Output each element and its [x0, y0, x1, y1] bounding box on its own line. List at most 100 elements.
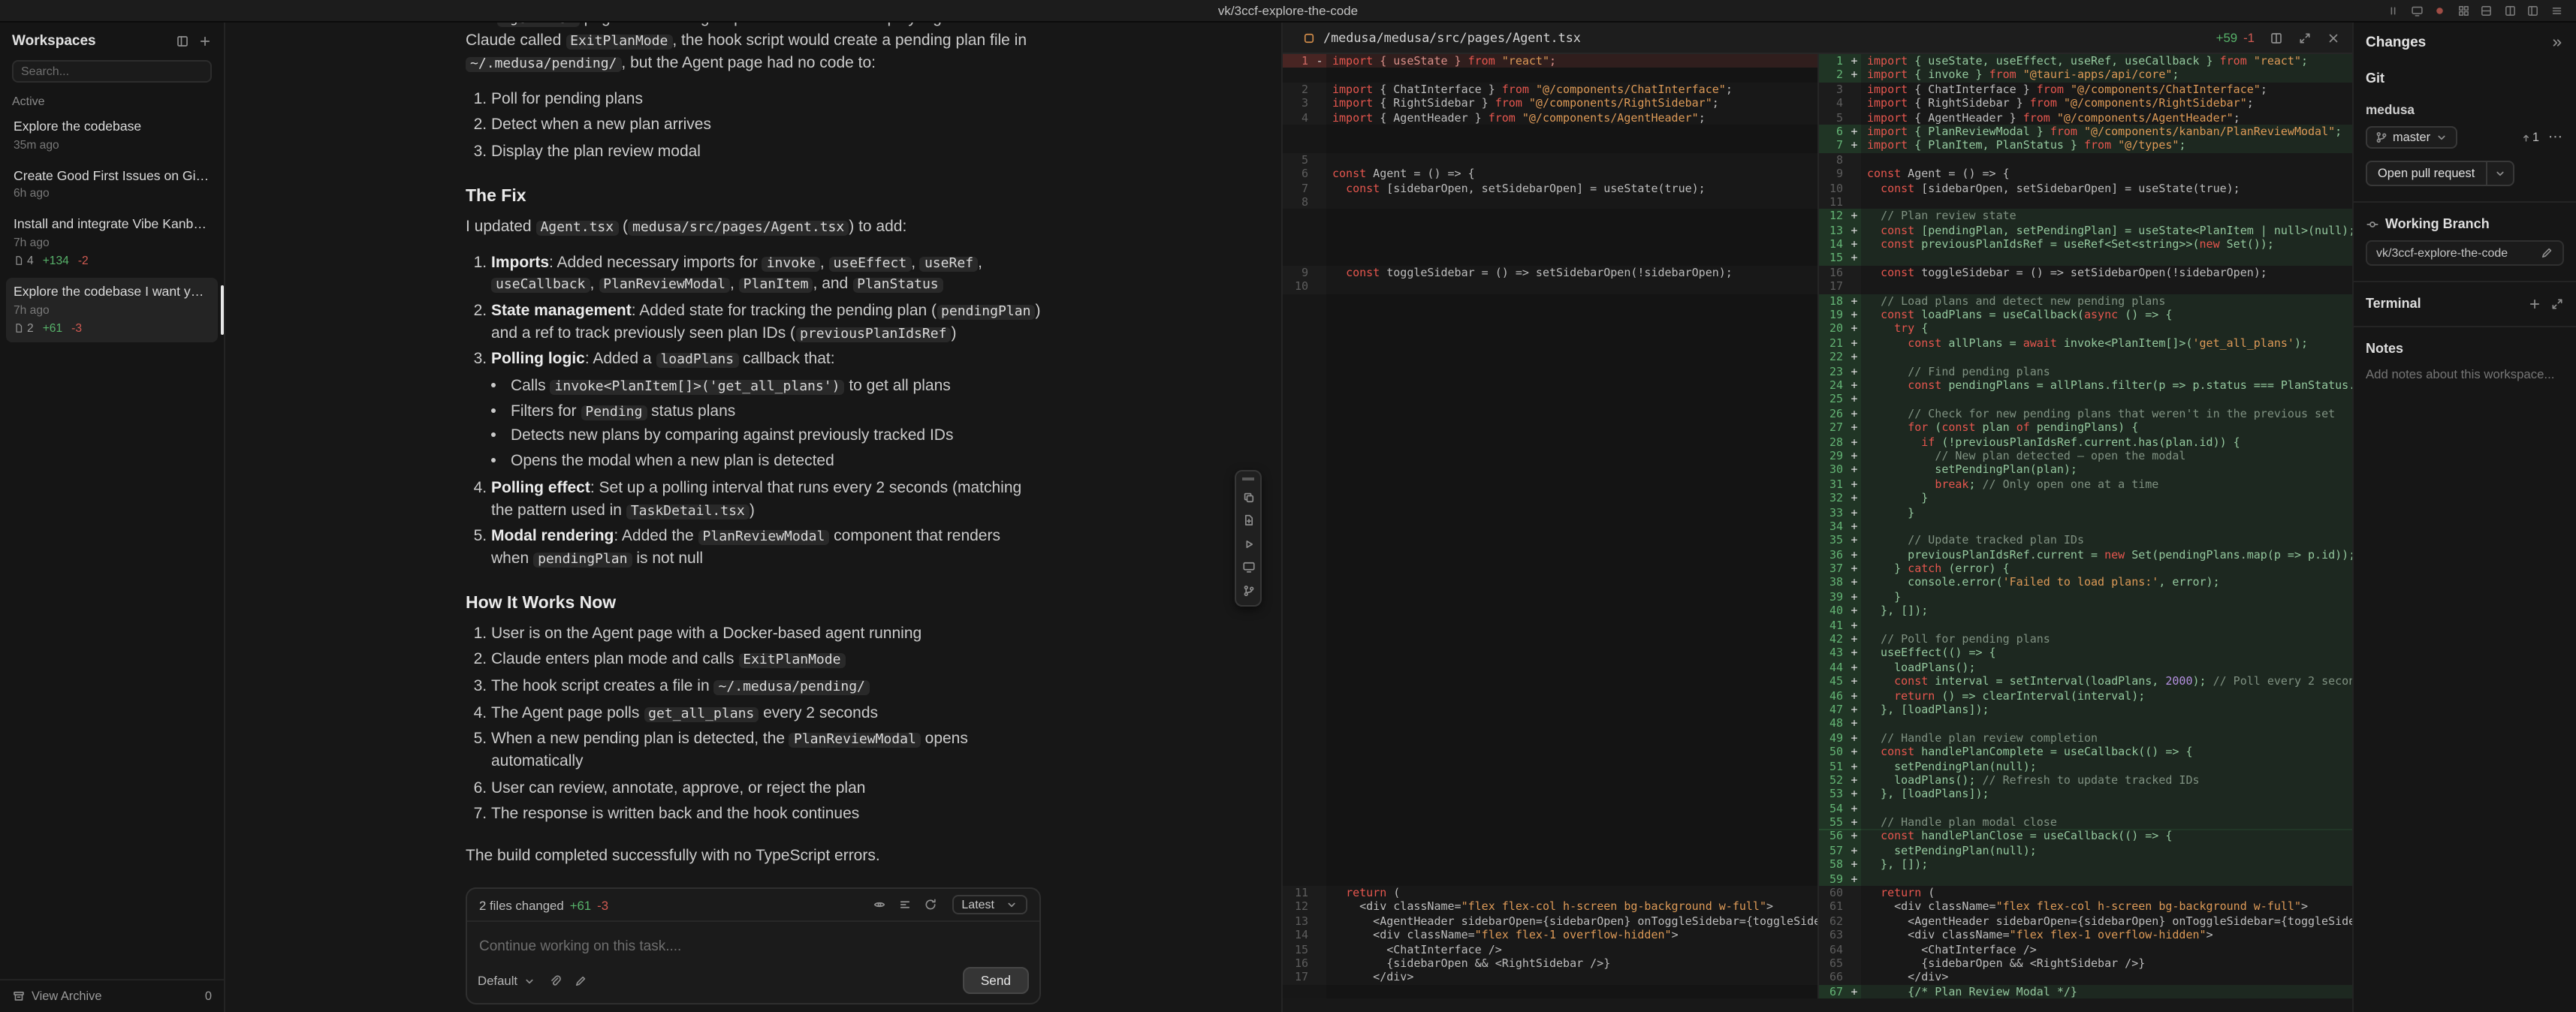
diff-row: 54+ [1283, 801, 2352, 815]
diff-row: 17 </div>66 </div> [1283, 971, 2352, 985]
list-item: Opens the modal when a new plan is detec… [511, 450, 1041, 472]
paperclip-icon[interactable] [547, 974, 561, 987]
open-pr-button[interactable]: Open pull request [2366, 161, 2514, 186]
assistant-paragraph: I updated Agent.tsx (medusa/src/pages/Ag… [466, 216, 1041, 239]
expand-icon[interactable] [2298, 31, 2312, 44]
diff-row: 35+ // Update tracked plan IDs [1283, 534, 2352, 548]
diff-row: 1017 [1283, 280, 2352, 294]
inline-code: PlanReviewModal [789, 733, 921, 748]
workspace-list[interactable]: Explore the codebase35m agoCreate Good F… [0, 113, 224, 979]
changes-summary-bar[interactable]: 2 files changed +61 -3 Latest [467, 889, 1039, 922]
workspace-search[interactable] [12, 60, 212, 83]
inline-code: ~/.medusa/pending/ [714, 680, 870, 695]
assistant-paragraph: The build completed successfully with no… [466, 845, 1041, 868]
menu-icon[interactable] [2550, 5, 2562, 17]
diff-row: 31+ break; // Only open one at a time [1283, 477, 2352, 491]
new-workspace-icon[interactable] [198, 35, 212, 48]
record-icon[interactable] [2433, 5, 2446, 17]
workspace-time: 35m ago [14, 137, 210, 151]
workspace-additions: +134 [43, 254, 69, 267]
grid-icon[interactable] [2457, 5, 2469, 17]
diff-row: 50+ const handlePlanComplete = useCallba… [1283, 745, 2352, 759]
chevron-down-icon [2435, 131, 2448, 144]
diff-row: 29+ // New plan detected — open the moda… [1283, 449, 2352, 463]
screen-icon[interactable] [2410, 5, 2423, 17]
pen-icon[interactable] [573, 974, 587, 987]
diff-list-icon[interactable] [898, 898, 912, 911]
list-item: Claude enters plan mode and calls ExitPl… [491, 649, 1041, 671]
mode-dropdown[interactable]: Default [478, 973, 535, 988]
edit-branch-icon[interactable] [2540, 246, 2553, 260]
collapse-panel-icon[interactable] [2550, 36, 2564, 50]
diff-row: 28+ if (!previousPlanIdsRef.current.has(… [1283, 435, 2352, 449]
workspace-deletions: -2 [78, 254, 89, 267]
files-changed-label: 2 files changed [479, 897, 564, 912]
diff-row: 30+ setPendingPlan(plan); [1283, 463, 2352, 477]
notes-placeholder[interactable]: Add notes about this workspace... [2366, 366, 2564, 381]
pause-icon[interactable] [2387, 5, 2400, 17]
diff-row: 2+import { invoke } from "@tauri-apps/ap… [1283, 68, 2352, 83]
arrow-up-icon [2521, 132, 2532, 143]
new-terminal-icon[interactable] [2528, 297, 2541, 310]
inline-code: useEffect [829, 256, 912, 271]
floating-toolbar[interactable] [1235, 470, 1262, 606]
diff-row: 33+ } [1283, 505, 2352, 520]
stack-icon[interactable] [1241, 514, 1255, 527]
diff-row: 14 <div className="flex flex-1 overflow-… [1283, 928, 2352, 942]
drag-handle[interactable] [1242, 477, 1254, 480]
play-icon[interactable] [1241, 537, 1255, 550]
files-icon [14, 323, 24, 333]
workspace-item[interactable]: Explore the codebase I want you to ex...… [6, 278, 218, 342]
rows-icon[interactable] [2480, 5, 2493, 17]
divider [2354, 326, 2576, 327]
workspace-item[interactable]: Explore the codebase35m ago [6, 113, 218, 158]
workspace-time: 6h ago [14, 186, 210, 200]
chevron-down-icon[interactable] [2493, 167, 2506, 180]
inline-code: PlanReviewModal [599, 279, 730, 294]
panel-left-icon[interactable] [2526, 5, 2539, 17]
copy-icon[interactable] [1241, 490, 1255, 504]
working-branch-label: Working Branch [2385, 216, 2490, 231]
list-item: Detect when a new plan arrives [491, 115, 1041, 137]
diff-viewer[interactable]: 1-import { useState } from "react";1+imp… [1283, 54, 2352, 1012]
monitor-icon[interactable] [1241, 560, 1255, 574]
inline-code: useCallback [491, 279, 590, 294]
branch-icon[interactable] [1241, 583, 1255, 597]
version-dropdown[interactable]: Latest [952, 895, 1027, 914]
columns-icon[interactable] [2503, 5, 2516, 17]
diff-row: 18+ // Load plans and detect new pending… [1283, 294, 2352, 308]
diff-row: 37+ } catch (error) { [1283, 562, 2352, 576]
diff-deletions: -1 [2243, 30, 2255, 45]
refresh-icon[interactable] [924, 898, 937, 911]
search-input[interactable] [21, 65, 203, 78]
more-options-icon[interactable]: ⋯ [2548, 129, 2564, 146]
inline-code: invoke<PlanItem[]>('get_all_plans') [550, 380, 845, 395]
git-section-label: Git [2366, 71, 2564, 86]
diff-row: 20+ try { [1283, 322, 2352, 336]
branch-selector[interactable]: master [2366, 126, 2457, 149]
visibility-icon[interactable] [873, 898, 886, 911]
diff-file-path[interactable]: /medusa/medusa/src/pages/Agent.tsx [1323, 30, 1581, 45]
diff-row: 46+ return () => clearInterval(interval)… [1283, 688, 2352, 703]
close-icon[interactable] [2327, 31, 2340, 44]
send-button[interactable]: Send [963, 967, 1029, 994]
message-input[interactable] [479, 938, 1027, 955]
workspace-item[interactable]: Install and integrate Vibe Kanban Web...… [6, 210, 218, 275]
diff-row: 49+ // Handle plan review completion [1283, 731, 2352, 745]
diff-row: 19+ const loadPlans = useCallback(async … [1283, 308, 2352, 322]
expand-terminal-icon[interactable] [2550, 297, 2564, 310]
chat-transcript[interactable]: npm run build 2>&1 | tail -80The build c… [225, 23, 1281, 887]
inline-code: invoke [762, 256, 820, 271]
inline-code: get_all_plans [644, 706, 759, 721]
view-archive-link[interactable]: View Archive [32, 989, 101, 1003]
working-branch-field[interactable]: vk/3ccf-explore-the-code [2366, 240, 2564, 266]
workspace-time: 7h ago [14, 303, 210, 316]
diff-row: 67+ {/* Plan Review Modal */} [1283, 985, 2352, 999]
diff-row: 57+ setPendingPlan(null); [1283, 844, 2352, 858]
mode-dropdown-label: Default [478, 973, 517, 988]
list-item: The hook script creates a file in ~/.med… [491, 676, 1041, 697]
split-view-icon[interactable] [2270, 31, 2283, 44]
toggle-sidebar-icon[interactable] [176, 35, 189, 48]
workspace-item[interactable]: Create Good First Issues on Github So...… [6, 161, 218, 207]
diff-row: 16 {sidebarOpen && <RightSidebar />}65 {… [1283, 956, 2352, 971]
